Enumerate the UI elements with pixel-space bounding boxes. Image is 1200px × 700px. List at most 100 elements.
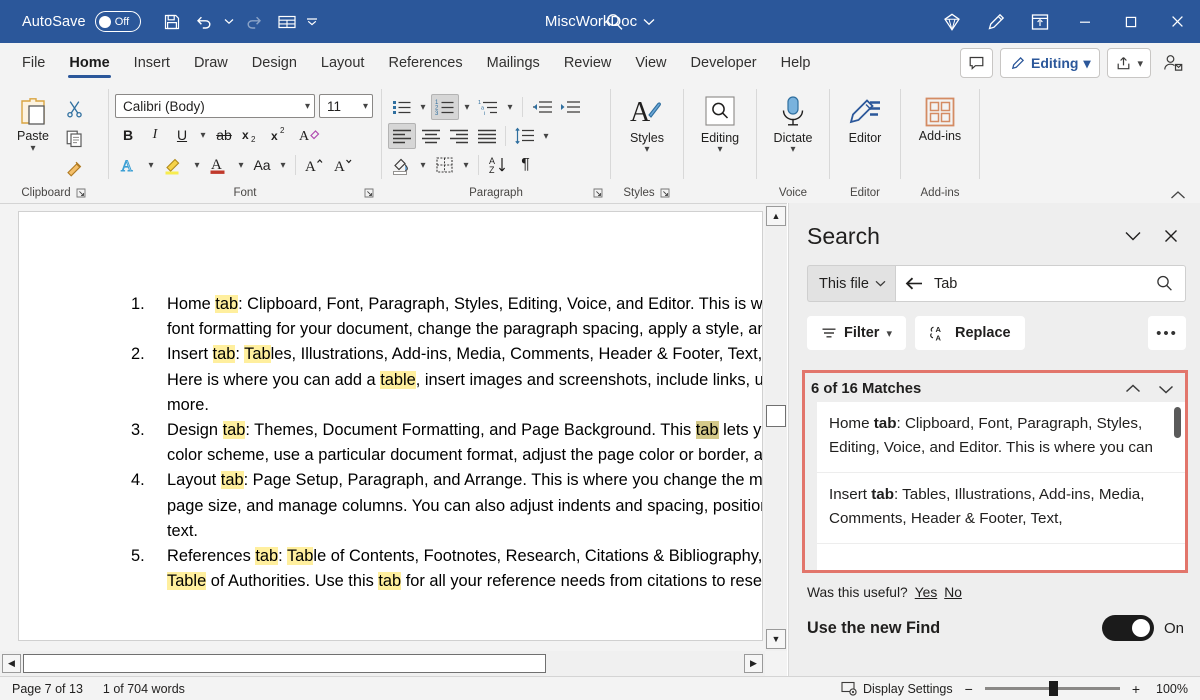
clipboard-dialog-launcher-icon[interactable]	[75, 187, 87, 199]
sort-button[interactable]: AZ	[484, 152, 511, 178]
highlight-chevron-down-icon[interactable]: ▾	[190, 152, 204, 178]
addins-button[interactable]: Add-ins	[909, 90, 971, 143]
catch-up-icon[interactable]	[1158, 48, 1188, 78]
table-icon[interactable]	[272, 7, 302, 37]
feedback-yes-link[interactable]: Yes	[915, 585, 938, 600]
tab-file[interactable]: File	[10, 43, 57, 83]
chevron-down-icon[interactable]	[1118, 221, 1148, 251]
line-spacing-chevron-down-icon[interactable]: ▾	[539, 123, 553, 149]
back-arrow-icon[interactable]	[905, 276, 924, 291]
scroll-right-arrow-icon[interactable]: ▶	[744, 654, 763, 673]
search-results-list[interactable]: Home tab: Clipboard, Font, Paragraph, St…	[817, 402, 1185, 570]
align-center-button[interactable]	[417, 123, 444, 149]
subscript-button[interactable]: x2	[238, 122, 266, 148]
document-title-text[interactable]: MiscWorkDoc	[545, 13, 637, 30]
close-button[interactable]	[1154, 0, 1200, 43]
document-page[interactable]: 1. Home tab: Clipboard, Font, Paragraph, …	[18, 211, 763, 641]
show-formatting-marks-button[interactable]: ¶	[512, 152, 539, 178]
font-size-chevron-down-icon[interactable]: ▾	[363, 101, 368, 112]
search-scope-dropdown[interactable]: This file	[807, 265, 895, 302]
editor-button[interactable]: Editor	[836, 90, 894, 145]
feedback-no-link[interactable]: No	[944, 585, 962, 600]
tab-design[interactable]: Design	[240, 43, 309, 83]
comments-button[interactable]	[960, 48, 993, 78]
multilevel-chevron-down-icon[interactable]: ▾	[503, 94, 517, 120]
styles-dialog-launcher-icon[interactable]	[659, 187, 671, 199]
zoom-out-button[interactable]: −	[962, 681, 976, 697]
clear-formatting-button[interactable]: A	[296, 122, 324, 148]
paste-button[interactable]: Paste ▾	[6, 90, 60, 154]
underline-button[interactable]: U	[169, 122, 195, 148]
shrink-font-button[interactable]: A	[330, 152, 358, 178]
new-find-toggle[interactable]	[1101, 615, 1154, 641]
italic-button[interactable]: I	[142, 122, 168, 148]
more-options-button[interactable]: •••	[1148, 316, 1186, 350]
styles-chevron-down-icon[interactable]: ▾	[644, 145, 649, 155]
cut-button[interactable]	[60, 95, 88, 121]
scroll-down-arrow-icon[interactable]: ▼	[766, 629, 786, 649]
search-icon[interactable]	[1155, 274, 1174, 293]
line-spacing-button[interactable]	[511, 123, 538, 149]
font-color-button[interactable]: A	[205, 152, 233, 178]
editing-mode-button[interactable]: Editing ▾	[1000, 48, 1101, 78]
tab-help[interactable]: Help	[769, 43, 823, 83]
replace-button[interactable]: AA Replace	[914, 316, 1025, 350]
align-right-button[interactable]	[445, 123, 472, 149]
document-vertical-scrollbar[interactable]: ▲ ▼	[765, 204, 787, 651]
paragraph-dialog-launcher-icon[interactable]	[592, 187, 604, 199]
tab-insert[interactable]: Insert	[122, 43, 182, 83]
undo-dropdown-caret-icon[interactable]	[221, 7, 238, 37]
search-result-item[interactable]: Insert tab: Tables, Illustrations, Add-i…	[817, 473, 1185, 544]
word-count-indicator[interactable]: 1 of 704 words	[93, 682, 195, 696]
bullets-button[interactable]	[388, 94, 415, 120]
font-size-combobox[interactable]: 11 ▾	[319, 94, 373, 118]
search-result-item[interactable]: Home tab: Clipboard, Font, Paragraph, St…	[817, 402, 1185, 473]
underline-chevron-down-icon[interactable]: ▾	[196, 122, 210, 148]
text-effects-button[interactable]: A	[115, 152, 143, 178]
font-color-chevron-down-icon[interactable]: ▾	[234, 152, 248, 178]
document-horizontal-scrollbar[interactable]: ◀ ▶	[0, 651, 765, 676]
tab-mailings[interactable]: Mailings	[475, 43, 552, 83]
document-area[interactable]: 1. Home tab: Clipboard, Font, Paragraph, …	[0, 203, 787, 676]
previous-result-button[interactable]	[1117, 376, 1148, 401]
font-name-combobox[interactable]: Calibri (Body) ▾	[115, 94, 315, 118]
ribbon-display-icon[interactable]	[1018, 0, 1062, 43]
align-left-button[interactable]	[388, 123, 416, 149]
vertical-scroll-thumb[interactable]	[766, 405, 786, 427]
paste-chevron-down-icon[interactable]: ▾	[30, 144, 35, 154]
shading-button[interactable]	[388, 152, 415, 178]
share-button[interactable]: ▾	[1107, 48, 1151, 78]
change-case-button[interactable]: Aa	[249, 152, 275, 178]
autosave-toggle[interactable]: Off	[94, 11, 141, 32]
borders-button[interactable]	[431, 152, 458, 178]
format-painter-button[interactable]	[60, 155, 88, 181]
results-scrollbar[interactable]	[1174, 407, 1181, 569]
dictate-button[interactable]: Dictate ▾	[763, 90, 823, 155]
scroll-up-arrow-icon[interactable]: ▲	[766, 206, 786, 226]
collapse-ribbon-button[interactable]	[1170, 190, 1200, 203]
close-icon[interactable]	[1156, 221, 1186, 251]
next-result-button[interactable]	[1150, 376, 1181, 401]
editing-chevron-down-icon[interactable]: ▾	[717, 145, 722, 155]
results-scroll-thumb[interactable]	[1174, 407, 1181, 438]
diamond-icon[interactable]	[930, 0, 974, 43]
pen-icon[interactable]	[974, 0, 1018, 43]
tab-view[interactable]: View	[623, 43, 678, 83]
editing-button[interactable]: Editing ▾	[690, 90, 750, 155]
zoom-in-button[interactable]: +	[1129, 681, 1143, 697]
zoom-level-label[interactable]: 100%	[1152, 682, 1188, 696]
change-case-chevron-down-icon[interactable]: ▾	[276, 152, 290, 178]
customize-quick-access-caret-icon[interactable]	[304, 7, 321, 37]
shading-chevron-down-icon[interactable]: ▾	[416, 152, 430, 178]
increase-indent-button[interactable]	[556, 94, 583, 120]
styles-button[interactable]: A Styles ▾	[617, 90, 677, 155]
tab-home[interactable]: Home	[57, 43, 121, 83]
save-icon[interactable]	[157, 7, 187, 37]
tab-references[interactable]: References	[376, 43, 474, 83]
search-input[interactable]: Tab	[894, 265, 1186, 302]
numbering-button[interactable]: 123	[431, 94, 459, 120]
superscript-button[interactable]: x2	[267, 122, 295, 148]
numbering-chevron-down-icon[interactable]: ▾	[460, 94, 474, 120]
grow-font-button[interactable]: A	[301, 152, 329, 178]
tab-layout[interactable]: Layout	[309, 43, 377, 83]
